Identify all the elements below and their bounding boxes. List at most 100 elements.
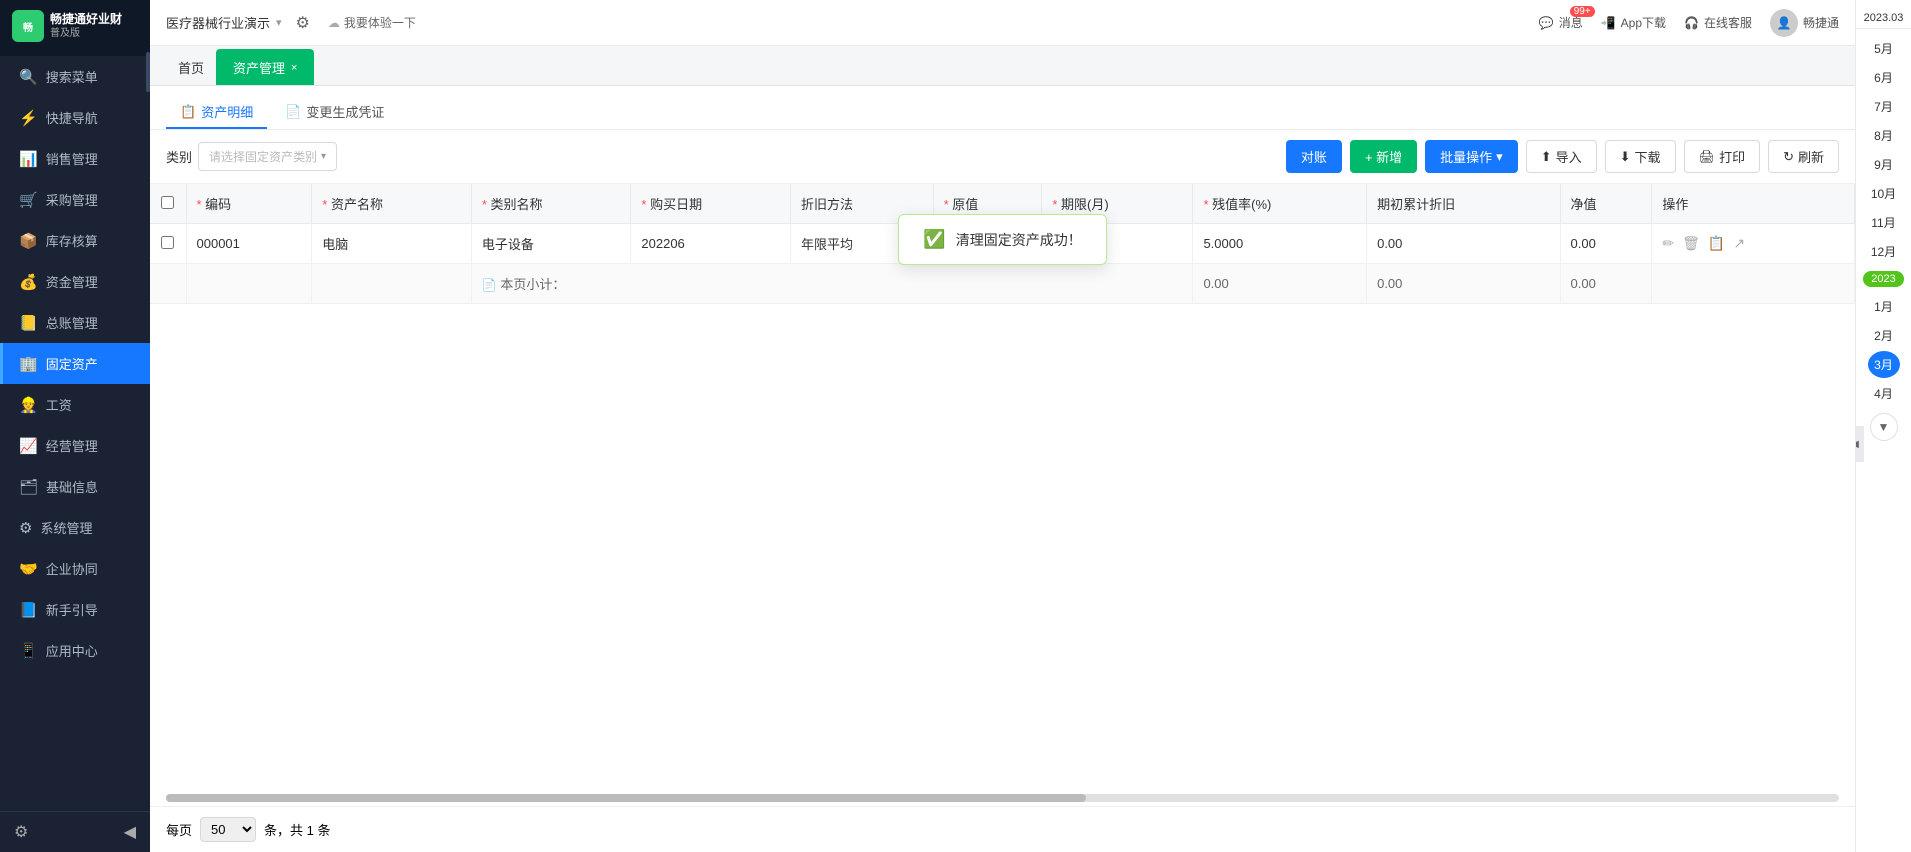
new-label: + 新增 xyxy=(1365,147,1402,166)
subtotal-net: 0.00 xyxy=(1560,264,1652,304)
delete-icon[interactable]: 🗑 xyxy=(1682,235,1700,252)
header-checkbox-cell xyxy=(150,184,186,224)
total-label: 条，共 1 条 xyxy=(264,820,330,839)
tab-home[interactable]: 首页 xyxy=(166,50,216,85)
topbar: 医疗器械行业演示 ▾ ⚙ ☁ 我要体验一下 💬 消息 99+ 📲 App下载 🎧… xyxy=(150,0,1855,46)
active-tab-label: 资产管理 xyxy=(233,58,285,77)
horizontal-scrollbar[interactable] xyxy=(166,794,1839,802)
refresh-button[interactable]: ↻ 刷新 xyxy=(1768,140,1839,173)
sidebar-item-collab[interactable]: 🤝 企业协同 xyxy=(0,548,150,589)
month-apr[interactable]: 4月 xyxy=(1862,380,1906,407)
sidebar-item-ops[interactable]: 📈 经营管理 xyxy=(0,425,150,466)
subtabs: 📋 资产明细 📄 变更生成凭证 xyxy=(150,86,1855,130)
subtotal-value: 0.00 xyxy=(1193,264,1367,304)
select-all-checkbox[interactable] xyxy=(161,196,174,209)
subtab-change-voucher[interactable]: 📄 变更生成凭证 xyxy=(271,96,398,129)
app-download-button[interactable]: 📲 App下载 xyxy=(1601,14,1666,31)
topbar-gear-icon[interactable]: ⚙ xyxy=(296,13,310,33)
batch-button[interactable]: 批量操作 ▾ xyxy=(1425,140,1518,173)
company-selector[interactable]: 医疗器械行业演示 ▾ xyxy=(166,13,282,32)
close-tab-icon[interactable]: × xyxy=(291,62,297,74)
sidebar-item-appstore[interactable]: 📱 应用中心 xyxy=(0,630,150,671)
experience-button[interactable]: ☁ 我要体验一下 xyxy=(328,14,416,31)
month-aug[interactable]: 8月 xyxy=(1862,122,1906,149)
collapse-icon[interactable]: ◀ xyxy=(124,822,136,842)
cell-original-value xyxy=(933,224,1042,264)
cell-net-value: 0.00 xyxy=(1560,224,1652,264)
tab-asset-management[interactable]: 资产管理 × xyxy=(216,49,314,85)
row-checkbox[interactable] xyxy=(161,236,174,249)
sidebar-item-label: 总账管理 xyxy=(46,313,98,332)
sidebar-item-label: 搜索菜单 xyxy=(46,67,98,86)
subtotal-action xyxy=(1652,264,1855,304)
month-jun[interactable]: 6月 xyxy=(1862,64,1906,91)
toolbar: 类别 请选择固定资产类别 ▾ 对账 + 新增 批量操作 ▾ ⬆ xyxy=(150,130,1855,184)
reconcile-button[interactable]: 对账 xyxy=(1286,140,1342,173)
month-feb[interactable]: 2月 xyxy=(1862,322,1906,349)
month-jan[interactable]: 1月 xyxy=(1862,293,1906,320)
header-residual-rate: 残值率(%) xyxy=(1193,184,1367,224)
purchase-icon: 🛒 xyxy=(19,191,38,209)
month-dec[interactable]: 12月 xyxy=(1862,238,1906,265)
panel-toggle[interactable]: ◀ xyxy=(1855,426,1864,462)
sidebar-item-purchase[interactable]: 🛒 采购管理 xyxy=(0,179,150,220)
sidebar-item-quicknav[interactable]: ⚡ 快捷导航 xyxy=(0,97,150,138)
sidebar-item-guide[interactable]: 📘 新手引导 xyxy=(0,589,150,630)
sidebar-item-finance[interactable]: 💰 资金管理 xyxy=(0,261,150,302)
more-icon[interactable]: ↗ xyxy=(1733,235,1745,252)
copy-icon[interactable]: 📋 xyxy=(1708,235,1725,252)
panel-header: 2023.03 xyxy=(1856,8,1911,29)
sidebar-scroll: 🔍 搜索菜单 ⚡ 快捷导航 📊 销售管理 🛒 采购管理 📦 库存核算 💰 资金管… xyxy=(0,56,150,811)
sidebar-item-sysadmin[interactable]: ⚙ 系统管理 xyxy=(0,507,150,548)
subtotal-empty1 xyxy=(186,264,312,304)
sidebar-item-basic[interactable]: 🗂 基础信息 xyxy=(0,466,150,507)
header-code: 编码 xyxy=(186,184,312,224)
month-oct[interactable]: 10月 xyxy=(1862,180,1906,207)
sidebar-item-ledger[interactable]: 📒 总账管理 xyxy=(0,302,150,343)
sidebar-bottom: ⚙ ◀ xyxy=(0,811,150,852)
settings-icon[interactable]: ⚙ xyxy=(14,822,28,842)
download-button[interactable]: ⬇ 下载 xyxy=(1605,140,1676,173)
sidebar-item-inventory[interactable]: 📦 库存核算 xyxy=(0,220,150,261)
logo-text: 畅捷通好业财 普及版 xyxy=(50,12,122,41)
user-menu[interactable]: 👤 畅捷通 xyxy=(1770,9,1839,37)
app-download-label: App下载 xyxy=(1621,14,1666,31)
subtab-asset-detail[interactable]: 📋 资产明细 xyxy=(166,96,267,129)
month-jul[interactable]: 7月 xyxy=(1862,93,1906,120)
sidebar-item-label: 销售管理 xyxy=(46,149,98,168)
new-button[interactable]: + 新增 xyxy=(1350,140,1417,173)
change-voucher-icon: 📄 xyxy=(285,104,301,120)
sidebar-item-payroll[interactable]: 👷 工资 xyxy=(0,384,150,425)
month-sep[interactable]: 9月 xyxy=(1862,151,1906,178)
pagination: 每页 50 10 20 100 条，共 1 条 xyxy=(150,806,1855,852)
month-nov[interactable]: 11月 xyxy=(1862,209,1906,236)
subtotal-empty2 xyxy=(312,264,472,304)
filter-category-select[interactable]: 请选择固定资产类别 ▾ xyxy=(198,142,337,171)
per-page-select[interactable]: 50 10 20 100 xyxy=(200,817,256,842)
sidebar-item-fixed[interactable]: 🏢 固定资产 xyxy=(0,343,150,384)
fixed-assets-icon: 🏢 xyxy=(19,355,38,373)
month-may[interactable]: 5月 xyxy=(1862,35,1906,62)
edit-icon[interactable]: ✏ xyxy=(1662,235,1674,252)
month-mar-current[interactable]: 3月 xyxy=(1868,351,1900,378)
sidebar-item-search[interactable]: 🔍 搜索菜单 xyxy=(0,56,150,97)
refresh-icon: ↻ xyxy=(1783,149,1794,165)
message-button[interactable]: 💬 消息 99+ xyxy=(1539,14,1583,31)
message-badge: 99+ xyxy=(1570,6,1595,17)
header-category: 类别名称 xyxy=(471,184,631,224)
home-tab-label: 首页 xyxy=(178,61,204,76)
download-icon: 📲 xyxy=(1601,16,1616,30)
subtotal-label-cell: 📄 本页小计： xyxy=(471,264,1193,304)
sidebar-item-sales[interactable]: 📊 销售管理 xyxy=(0,138,150,179)
subtotal-checkbox xyxy=(150,264,186,304)
print-icon: 🖨 xyxy=(1699,149,1716,165)
subtab-label: 变更生成凭证 xyxy=(306,102,384,121)
message-icon: 💬 xyxy=(1539,16,1554,30)
cell-residual-rate: 5.0000 xyxy=(1193,224,1367,264)
sidebar-item-label: 采购管理 xyxy=(46,190,98,209)
scroll-down-button[interactable]: ▼ xyxy=(1870,413,1898,441)
import-button[interactable]: ⬆ 导入 xyxy=(1526,140,1597,173)
print-button[interactable]: 🖨 打印 xyxy=(1684,140,1761,173)
scrollbar-thumb xyxy=(166,794,1086,802)
online-service-button[interactable]: 🎧 在线客服 xyxy=(1684,14,1752,31)
